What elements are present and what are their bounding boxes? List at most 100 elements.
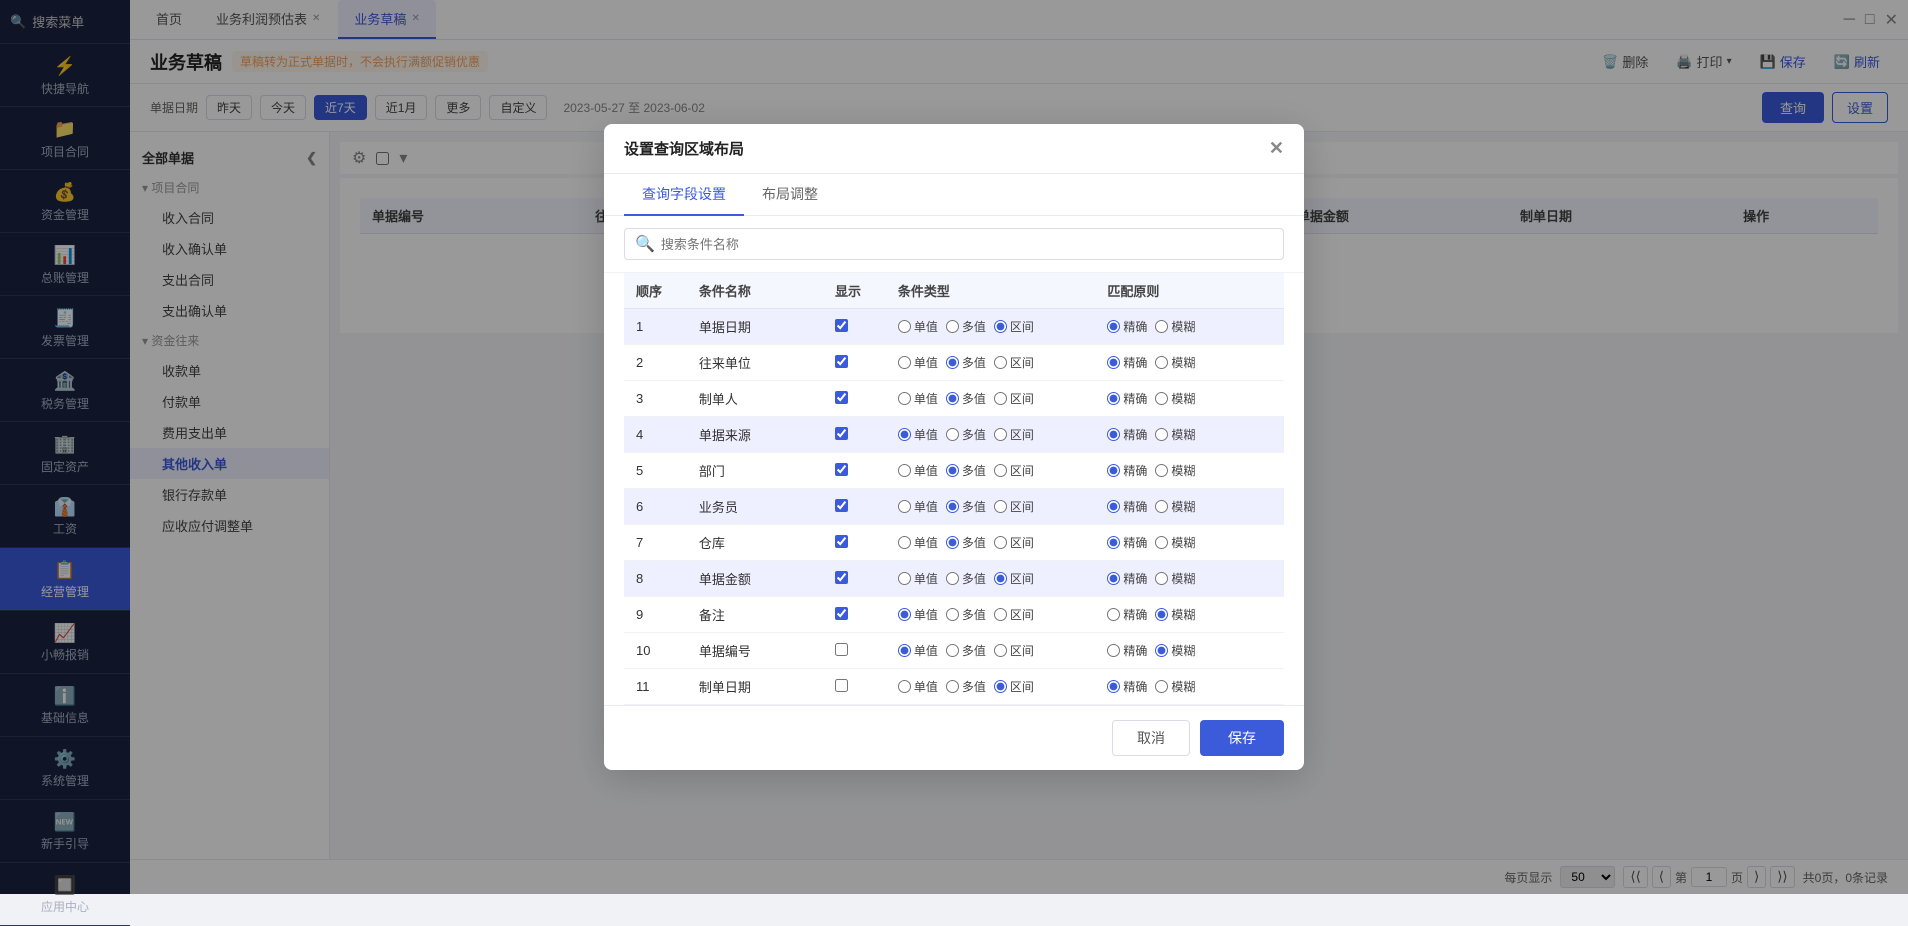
- modal-tab-field-settings[interactable]: 查询字段设置: [624, 174, 744, 216]
- cond-type-range-label[interactable]: 区间: [994, 354, 1034, 371]
- show-checkbox[interactable]: [835, 607, 848, 620]
- cond-type-multi-label[interactable]: 多值: [946, 570, 986, 587]
- cond-type-range-radio[interactable]: [994, 356, 1007, 369]
- match-exact-label[interactable]: 精确: [1107, 318, 1147, 335]
- match-exact-label[interactable]: 精确: [1107, 642, 1147, 659]
- cond-type-multi-radio[interactable]: [946, 464, 959, 477]
- cond-type-single-label[interactable]: 单值: [898, 642, 938, 659]
- match-exact-radio[interactable]: [1107, 536, 1120, 549]
- cond-type-multi-label[interactable]: 多值: [946, 606, 986, 623]
- match-exact-radio[interactable]: [1107, 608, 1120, 621]
- cond-type-single-radio[interactable]: [898, 428, 911, 441]
- cond-type-single-label[interactable]: 单值: [898, 426, 938, 443]
- cond-type-range-label[interactable]: 区间: [994, 606, 1034, 623]
- cond-type-multi-radio[interactable]: [946, 320, 959, 333]
- cond-type-range-radio[interactable]: [994, 644, 1007, 657]
- cond-type-single-radio[interactable]: [898, 644, 911, 657]
- match-fuzzy-label[interactable]: 模糊: [1155, 678, 1195, 695]
- match-fuzzy-radio[interactable]: [1155, 644, 1168, 657]
- match-fuzzy-label[interactable]: 模糊: [1155, 498, 1195, 515]
- modal-search-input[interactable]: [661, 237, 861, 252]
- show-checkbox[interactable]: [835, 571, 848, 584]
- match-exact-label[interactable]: 精确: [1107, 570, 1147, 587]
- match-exact-radio[interactable]: [1107, 428, 1120, 441]
- cond-type-multi-label[interactable]: 多值: [946, 678, 986, 695]
- cond-type-multi-label[interactable]: 多值: [946, 642, 986, 659]
- match-fuzzy-radio[interactable]: [1155, 320, 1168, 333]
- cond-type-single-radio[interactable]: [898, 680, 911, 693]
- cond-type-multi-label[interactable]: 多值: [946, 426, 986, 443]
- match-fuzzy-label[interactable]: 模糊: [1155, 642, 1195, 659]
- cond-type-single-label[interactable]: 单值: [898, 570, 938, 587]
- cond-type-multi-radio[interactable]: [946, 680, 959, 693]
- cond-type-single-label[interactable]: 单值: [898, 390, 938, 407]
- cond-type-single-label[interactable]: 单值: [898, 678, 938, 695]
- cond-type-multi-label[interactable]: 多值: [946, 498, 986, 515]
- show-checkbox[interactable]: [835, 319, 848, 332]
- cond-type-single-label[interactable]: 单值: [898, 498, 938, 515]
- match-exact-label[interactable]: 精确: [1107, 678, 1147, 695]
- cond-type-range-radio[interactable]: [994, 500, 1007, 513]
- match-fuzzy-radio[interactable]: [1155, 608, 1168, 621]
- cond-type-multi-radio[interactable]: [946, 428, 959, 441]
- cond-type-range-label[interactable]: 区间: [994, 678, 1034, 695]
- show-checkbox[interactable]: [835, 679, 848, 692]
- match-fuzzy-radio[interactable]: [1155, 500, 1168, 513]
- cond-type-single-label[interactable]: 单值: [898, 462, 938, 479]
- match-fuzzy-label[interactable]: 模糊: [1155, 534, 1195, 551]
- cond-type-multi-radio[interactable]: [946, 356, 959, 369]
- match-exact-radio[interactable]: [1107, 392, 1120, 405]
- show-checkbox[interactable]: [835, 427, 848, 440]
- cond-type-range-radio[interactable]: [994, 608, 1007, 621]
- match-fuzzy-radio[interactable]: [1155, 428, 1168, 441]
- match-fuzzy-radio[interactable]: [1155, 572, 1168, 585]
- cond-type-single-radio[interactable]: [898, 608, 911, 621]
- match-exact-radio[interactable]: [1107, 680, 1120, 693]
- match-fuzzy-label[interactable]: 模糊: [1155, 390, 1195, 407]
- cond-type-single-radio[interactable]: [898, 320, 911, 333]
- show-checkbox[interactable]: [835, 535, 848, 548]
- match-exact-label[interactable]: 精确: [1107, 606, 1147, 623]
- match-fuzzy-radio[interactable]: [1155, 356, 1168, 369]
- cond-type-range-radio[interactable]: [994, 320, 1007, 333]
- show-checkbox[interactable]: [835, 463, 848, 476]
- cond-type-range-radio[interactable]: [994, 572, 1007, 585]
- match-fuzzy-label[interactable]: 模糊: [1155, 426, 1195, 443]
- cond-type-range-label[interactable]: 区间: [994, 462, 1034, 479]
- match-exact-label[interactable]: 精确: [1107, 462, 1147, 479]
- cond-type-single-radio[interactable]: [898, 464, 911, 477]
- cond-type-range-label[interactable]: 区间: [994, 318, 1034, 335]
- modal-cancel-button[interactable]: 取消: [1112, 720, 1190, 756]
- match-fuzzy-radio[interactable]: [1155, 392, 1168, 405]
- cond-type-multi-radio[interactable]: [946, 644, 959, 657]
- cond-type-range-label[interactable]: 区间: [994, 498, 1034, 515]
- cond-type-multi-label[interactable]: 多值: [946, 390, 986, 407]
- cond-type-multi-label[interactable]: 多值: [946, 354, 986, 371]
- cond-type-single-radio[interactable]: [898, 356, 911, 369]
- cond-type-range-radio[interactable]: [994, 392, 1007, 405]
- match-exact-label[interactable]: 精确: [1107, 426, 1147, 443]
- cond-type-multi-radio[interactable]: [946, 392, 959, 405]
- match-fuzzy-label[interactable]: 模糊: [1155, 354, 1195, 371]
- show-checkbox[interactable]: [835, 355, 848, 368]
- match-fuzzy-radio[interactable]: [1155, 536, 1168, 549]
- show-checkbox[interactable]: [835, 391, 848, 404]
- match-exact-label[interactable]: 精确: [1107, 534, 1147, 551]
- cond-type-single-radio[interactable]: [898, 392, 911, 405]
- show-checkbox[interactable]: [835, 499, 848, 512]
- match-exact-radio[interactable]: [1107, 320, 1120, 333]
- match-exact-label[interactable]: 精确: [1107, 390, 1147, 407]
- match-fuzzy-label[interactable]: 模糊: [1155, 570, 1195, 587]
- cond-type-range-radio[interactable]: [994, 464, 1007, 477]
- match-fuzzy-label[interactable]: 模糊: [1155, 462, 1195, 479]
- cond-type-single-radio[interactable]: [898, 536, 911, 549]
- cond-type-multi-radio[interactable]: [946, 572, 959, 585]
- cond-type-multi-radio[interactable]: [946, 536, 959, 549]
- cond-type-single-label[interactable]: 单值: [898, 354, 938, 371]
- cond-type-range-label[interactable]: 区间: [994, 570, 1034, 587]
- match-exact-label[interactable]: 精确: [1107, 354, 1147, 371]
- match-exact-radio[interactable]: [1107, 464, 1120, 477]
- cond-type-single-radio[interactable]: [898, 572, 911, 585]
- cond-type-range-label[interactable]: 区间: [994, 426, 1034, 443]
- cond-type-single-label[interactable]: 单值: [898, 534, 938, 551]
